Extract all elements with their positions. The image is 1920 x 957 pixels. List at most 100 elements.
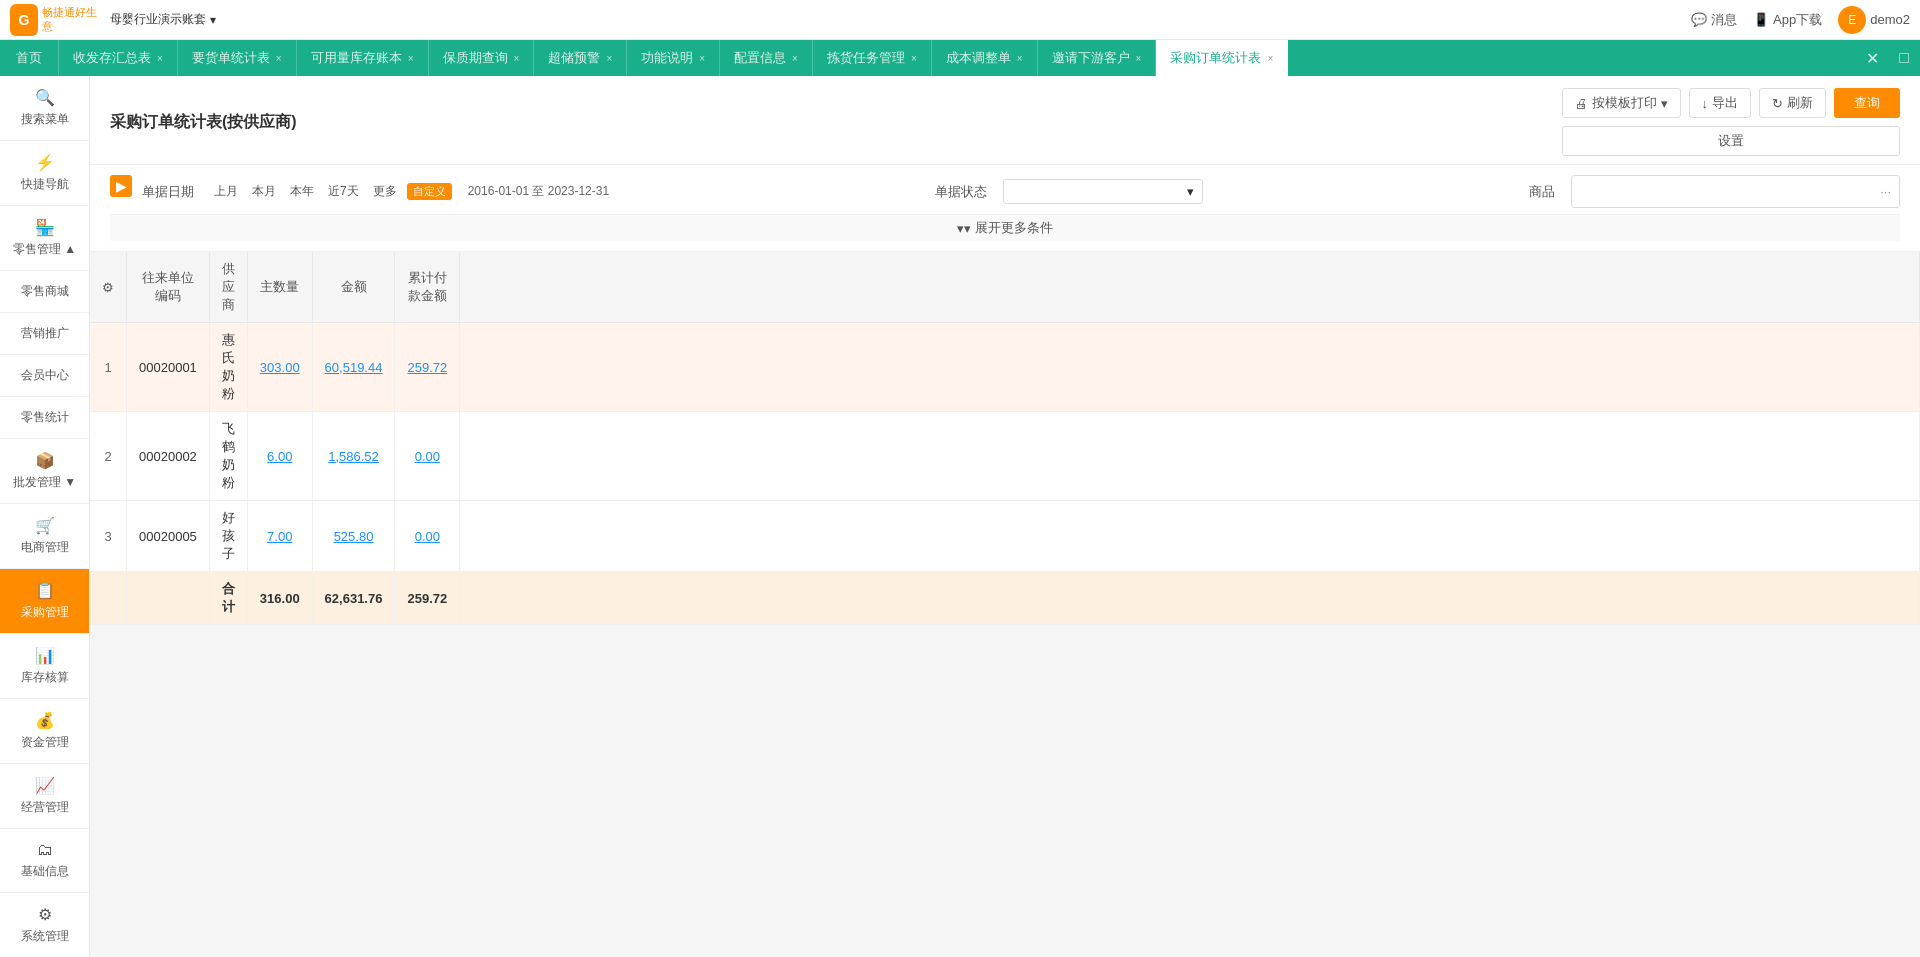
row-code-1: 00020001 xyxy=(127,323,210,412)
sidebar-item-basic[interactable]: 🗂 基础信息 xyxy=(0,829,89,893)
tab-chengben[interactable]: 成本调整单 × xyxy=(932,40,1038,76)
sidebar-item-member[interactable]: 会员中心 xyxy=(0,355,89,397)
sidebar-item-search[interactable]: 🔍 搜索菜单 xyxy=(0,76,89,141)
row-amount-2[interactable]: 1,586.52 xyxy=(312,412,395,501)
sidebar-item-retail[interactable]: 🏪 零售管理 ▲ xyxy=(0,206,89,271)
purchase-label: 采购管理 xyxy=(21,604,69,621)
tab-home[interactable]: 首页 xyxy=(0,40,59,76)
tab-caigou-active[interactable]: 采购订单统计表 × xyxy=(1156,40,1288,76)
logo-icon: G xyxy=(10,4,38,36)
close-icon[interactable]: × xyxy=(408,53,414,64)
tab-chao-label: 超储预警 xyxy=(548,49,600,67)
tab-chaoyuchuyujing[interactable]: 超储预警 × xyxy=(534,40,627,76)
shortcut-last-month[interactable]: 上月 xyxy=(210,182,242,201)
tab-keyong-label: 可用量库存账本 xyxy=(311,49,402,67)
printer-icon: 🖨 xyxy=(1575,96,1588,111)
tab-keyong[interactable]: 可用量库存账本 × xyxy=(297,40,429,76)
row-extra-2 xyxy=(460,412,1920,501)
retail-stats-label: 零售统计 xyxy=(21,409,69,426)
status-select[interactable]: ▾ xyxy=(1003,179,1203,204)
close-window-button[interactable]: ✕ xyxy=(1856,40,1888,76)
date-shortcuts: 上月 本月 本年 近7天 更多 自定义 xyxy=(210,182,452,201)
close-icon[interactable]: × xyxy=(1017,53,1023,64)
message-button[interactable]: 💬 消息 xyxy=(1691,11,1737,29)
refresh-button[interactable]: ↻ 刷新 xyxy=(1759,88,1826,118)
goods-more-icon[interactable]: ··· xyxy=(1880,184,1891,199)
col-extra xyxy=(460,252,1920,323)
workspace-selector[interactable]: 母婴行业演示账套 ▾ xyxy=(100,11,1691,28)
row-amount-3[interactable]: 525.80 xyxy=(312,501,395,572)
close-icon[interactable]: × xyxy=(699,53,705,64)
tab-jianhuo[interactable]: 拣货任务管理 × xyxy=(813,40,932,76)
custom-tag[interactable]: 自定义 xyxy=(407,183,452,200)
logo-text: 畅捷通好生意 xyxy=(42,6,100,32)
sidebar-item-shortcut[interactable]: ⚡ 快捷导航 xyxy=(0,141,89,206)
export-button[interactable]: ↓ 导出 xyxy=(1689,88,1752,118)
avatar: E xyxy=(1838,6,1866,34)
shortcut-this-year[interactable]: 本年 xyxy=(286,182,318,201)
tab-caigou-label: 采购订单统计表 xyxy=(1170,49,1261,67)
download-icon: 📱 xyxy=(1753,12,1769,27)
print-label: 按模板打印 xyxy=(1592,94,1657,112)
ecommerce-label: 电商管理 xyxy=(21,539,69,556)
goods-label: 商品 xyxy=(1529,183,1555,201)
refresh-label: 刷新 xyxy=(1787,94,1813,112)
query-button[interactable]: 查询 xyxy=(1834,88,1900,118)
shortcut-more[interactable]: 更多 xyxy=(369,182,401,201)
row-paid-1[interactable]: 259.72 xyxy=(395,323,460,412)
row-quantity-2[interactable]: 6.00 xyxy=(247,412,312,501)
close-icon[interactable]: × xyxy=(514,53,520,64)
filter-toggle-button[interactable]: ▶ xyxy=(110,175,132,197)
expand-more-button[interactable]: ▾▾ 展开更多条件 xyxy=(957,219,1053,237)
tab-peizhi-label: 配置信息 xyxy=(734,49,786,67)
app-download-button[interactable]: 📱 App下载 xyxy=(1753,11,1822,29)
user-profile[interactable]: E demo2 xyxy=(1838,6,1910,34)
close-icon[interactable]: × xyxy=(911,53,917,64)
sidebar-item-system[interactable]: ⚙ 系统管理 xyxy=(0,893,89,957)
sidebar-item-operations[interactable]: 📈 经营管理 xyxy=(0,764,89,829)
footer-empty-1 xyxy=(90,572,127,625)
close-icon[interactable]: × xyxy=(276,53,282,64)
tab-gongneng-label: 功能说明 xyxy=(641,49,693,67)
sidebar-item-capital[interactable]: 💰 资金管理 xyxy=(0,699,89,764)
shortcut-7days[interactable]: 近7天 xyxy=(324,182,363,201)
close-icon[interactable]: × xyxy=(606,53,612,64)
settings-button[interactable]: 设置 xyxy=(1562,126,1901,156)
tab-gongneng[interactable]: 功能说明 × xyxy=(627,40,720,76)
tab-shoufacun[interactable]: 收发存汇总表 × xyxy=(59,40,178,76)
sidebar-item-marketing[interactable]: 营销推广 xyxy=(0,313,89,355)
tab-yaohuo[interactable]: 要货单统计表 × xyxy=(178,40,297,76)
row-quantity-1[interactable]: 303.00 xyxy=(247,323,312,412)
wholesale-icon: 📦 xyxy=(35,451,55,470)
sidebar-item-purchase[interactable]: 📋 采购管理 xyxy=(0,569,89,634)
sidebar-item-retail-stats[interactable]: 零售统计 xyxy=(0,397,89,439)
footer-quantity: 316.00 xyxy=(247,572,312,625)
tab-peizhi[interactable]: 配置信息 × xyxy=(720,40,813,76)
row-paid-3[interactable]: 0.00 xyxy=(395,501,460,572)
close-icon[interactable]: × xyxy=(792,53,798,64)
sidebar-item-inventory[interactable]: 📊 库存核算 xyxy=(0,634,89,699)
col-settings[interactable]: ⚙ xyxy=(90,252,127,323)
row-quantity-3[interactable]: 7.00 xyxy=(247,501,312,572)
maximize-window-button[interactable]: □ xyxy=(1888,40,1920,76)
system-label: 系统管理 xyxy=(21,928,69,945)
shortcut-this-month[interactable]: 本月 xyxy=(248,182,280,201)
tab-yaoqing[interactable]: 邀请下游客户 × xyxy=(1038,40,1157,76)
row-paid-2[interactable]: 0.00 xyxy=(395,412,460,501)
sidebar-item-wholesale[interactable]: 📦 批发管理 ▼ xyxy=(0,439,89,504)
sidebar-item-retailshop[interactable]: 零售商城 xyxy=(0,271,89,313)
row-amount-1[interactable]: 60,519.44 xyxy=(312,323,395,412)
close-icon[interactable]: × xyxy=(1136,53,1142,64)
tab-jianhuo-label: 拣货任务管理 xyxy=(827,49,905,67)
expand-arrow-icon: ▾▾ xyxy=(957,221,971,236)
tab-baozhi[interactable]: 保质期查询 × xyxy=(429,40,535,76)
sidebar-item-ecommerce[interactable]: 🛒 电商管理 xyxy=(0,504,89,569)
table-wrapper: ⚙ 往来单位编码 供应商 主数量 金额 累计付款金额 1 xyxy=(90,252,1920,625)
close-icon[interactable]: × xyxy=(157,53,163,64)
print-button[interactable]: 🖨 按模板打印 ▾ xyxy=(1562,88,1681,118)
close-icon[interactable]: × xyxy=(1267,53,1273,64)
col-paid: 累计付款金额 xyxy=(395,252,460,323)
workspace-name: 母婴行业演示账套 xyxy=(110,11,206,28)
print-arrow-icon: ▾ xyxy=(1661,96,1668,111)
goods-input[interactable] xyxy=(1580,180,1880,203)
